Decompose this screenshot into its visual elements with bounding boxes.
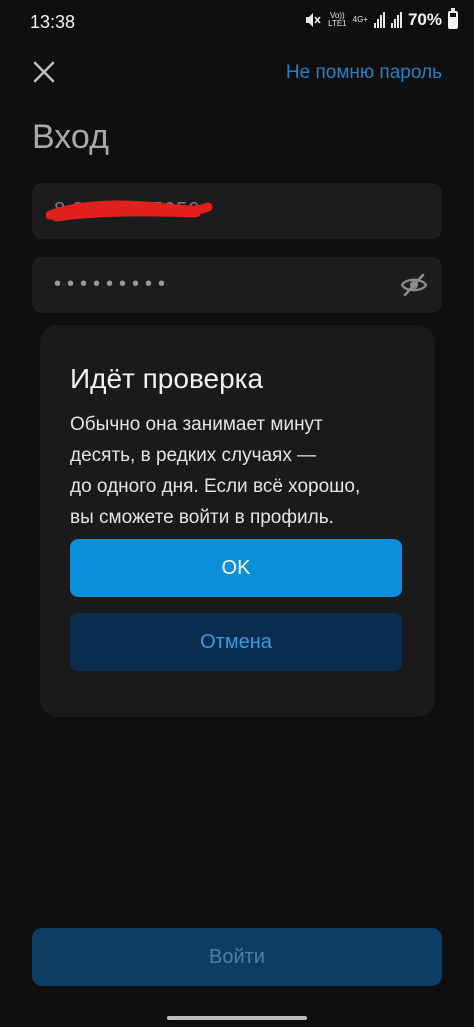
battery-percentage: 70% [407, 10, 442, 29]
status-time: 13:38 [30, 12, 76, 32]
status-icons: Vo)) LTE1 4G+ 70% [304, 8, 458, 30]
close-icon[interactable] [30, 58, 58, 86]
phone-field[interactable]: 8 800 7495050 [32, 183, 442, 239]
home-indicator[interactable] [167, 1016, 307, 1020]
cancel-button[interactable]: Отмена [70, 613, 402, 671]
eye-off-icon[interactable] [400, 271, 428, 299]
network-type-indicator: 4G+ [352, 15, 368, 24]
page-title: Вход [32, 118, 109, 156]
password-field[interactable]: ••••••••• [32, 257, 442, 313]
forgot-password-link[interactable]: Не помню пароль [286, 62, 442, 84]
verification-dialog: Идёт проверка Обычно она занимает минут … [40, 325, 435, 717]
ok-button[interactable]: OK [70, 539, 402, 597]
password-value: ••••••••• [54, 273, 172, 295]
dialog-body: Обычно она занимает минут десять, в редк… [70, 414, 361, 528]
signal-icon-2 [390, 12, 402, 28]
status-bar: 13:38 Vo)) LTE1 4G+ 70% [0, 0, 474, 44]
volte-indicator: Vo)) LTE1 [328, 11, 347, 28]
signal-icon [373, 12, 385, 28]
mute-icon [306, 13, 321, 27]
dialog-title: Идёт проверка [70, 363, 264, 394]
redaction-scribble [46, 200, 213, 222]
login-button[interactable]: Войти [32, 928, 442, 986]
battery-icon [448, 8, 458, 29]
